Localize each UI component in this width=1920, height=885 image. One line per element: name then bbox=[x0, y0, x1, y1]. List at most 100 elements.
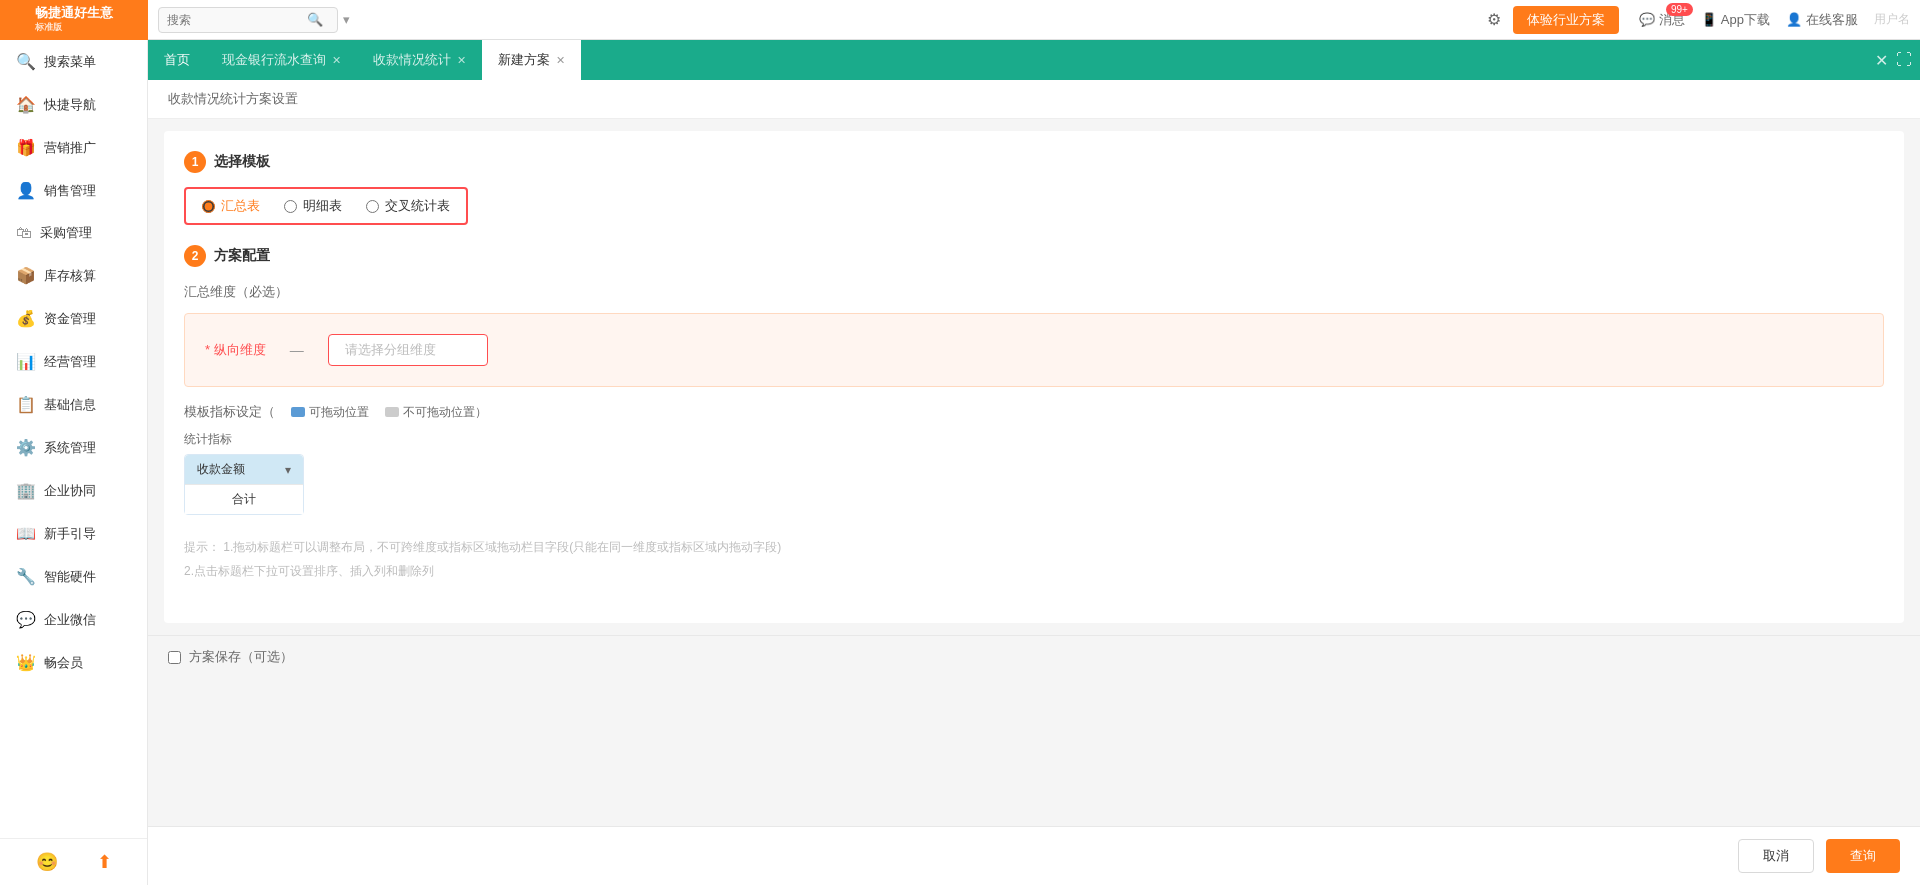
metrics-col-label: 收款金额 bbox=[197, 461, 245, 478]
capital-icon: 💰 bbox=[16, 309, 36, 328]
query-button[interactable]: 查询 bbox=[1826, 839, 1900, 873]
step1-num: 1 bbox=[184, 151, 206, 173]
service-item[interactable]: 👤 在线客服 bbox=[1786, 11, 1858, 29]
sidebar-item-sales[interactable]: 👤 销售管理 bbox=[0, 169, 147, 212]
trial-button[interactable]: 体验行业方案 bbox=[1513, 6, 1619, 34]
service-label: 在线客服 bbox=[1806, 11, 1858, 29]
step1-title: 选择模板 bbox=[214, 153, 270, 171]
basic-icon: 📋 bbox=[16, 395, 36, 414]
non-draggable-badge: 不可拖动位置） bbox=[385, 404, 487, 421]
sidebar-item-corp[interactable]: 🏢 企业协同 bbox=[0, 469, 147, 512]
gear-icon[interactable]: ⚙ bbox=[1487, 10, 1501, 29]
radio-cross-label: 交叉统计表 bbox=[385, 197, 450, 215]
radio-summary-input[interactable] bbox=[202, 200, 215, 213]
draggable-label: 可拖动位置 bbox=[309, 404, 369, 421]
tab-stats-close[interactable]: ✕ bbox=[457, 54, 466, 67]
search-input[interactable] bbox=[167, 13, 307, 27]
purchase-icon: 🛍 bbox=[16, 224, 32, 242]
download-item[interactable]: 📱 App下载 bbox=[1701, 11, 1770, 29]
drag-icon-blue bbox=[291, 407, 305, 417]
tip-line1: 提示： 1.拖动标题栏可以调整布局，不可跨维度或指标区域拖动栏目字段(只能在同一… bbox=[184, 535, 1884, 559]
sidebar-label-wechat: 企业微信 bbox=[44, 611, 96, 629]
metrics-config: 模板指标设定（ 可拖动位置 不可拖动位置） bbox=[184, 403, 1884, 515]
search-box[interactable]: 🔍 bbox=[158, 7, 338, 33]
sidebar-bottom: 😊 ⬆ bbox=[0, 838, 147, 885]
inventory-icon: 📦 bbox=[16, 266, 36, 285]
radio-cross[interactable]: 交叉统计表 bbox=[366, 197, 450, 215]
hardware-icon: 🔧 bbox=[16, 567, 36, 586]
header-dropdown-icon[interactable]: ▾ bbox=[343, 12, 350, 27]
tab-stats[interactable]: 收款情况统计 ✕ bbox=[357, 40, 482, 80]
sidebar-item-wechat[interactable]: 💬 企业微信 bbox=[0, 598, 147, 641]
metrics-row-label: 合计 bbox=[232, 492, 256, 506]
sidebar-item-guide[interactable]: 📖 新手引导 bbox=[0, 512, 147, 555]
sidebar-bottom-icon1[interactable]: 😊 bbox=[36, 851, 58, 873]
radio-detail-input[interactable] bbox=[284, 200, 297, 213]
tab-bank-close[interactable]: ✕ bbox=[332, 54, 341, 67]
tips-section: 提示： 1.拖动标题栏可以调整布局，不可跨维度或指标区域拖动栏目字段(只能在同一… bbox=[184, 535, 1884, 583]
radio-summary-label: 汇总表 bbox=[221, 197, 260, 215]
sidebar-item-basic[interactable]: 📋 基础信息 bbox=[0, 383, 147, 426]
metrics-title: 模板指标设定（ bbox=[184, 403, 275, 421]
sidebar-item-nav[interactable]: 🏠 快捷导航 bbox=[0, 83, 147, 126]
download-label: App下载 bbox=[1721, 11, 1770, 29]
row-dimension-label: * 纵向维度 bbox=[205, 341, 266, 359]
sidebar-bottom-icon2[interactable]: ⬆ bbox=[97, 851, 112, 873]
search-menu-icon: 🔍 bbox=[16, 52, 36, 71]
form-container: 1 选择模板 汇总表 明细表 bbox=[164, 131, 1904, 623]
radio-summary[interactable]: 汇总表 bbox=[202, 197, 260, 215]
sidebar-item-hardware[interactable]: 🔧 智能硬件 bbox=[0, 555, 147, 598]
tab-bar-right: ✕ ⛶ bbox=[1875, 51, 1920, 70]
cancel-button[interactable]: 取消 bbox=[1738, 839, 1814, 873]
metrics-header: 模板指标设定（ 可拖动位置 不可拖动位置） bbox=[184, 403, 1884, 421]
corp-icon: 🏢 bbox=[16, 481, 36, 500]
sidebar-label-sales: 销售管理 bbox=[44, 182, 96, 200]
tab-home[interactable]: 首页 bbox=[148, 40, 206, 80]
top-header: 畅捷通好生意 标准版 🔍 ▾ ⚙ 体验行业方案 💬 消息 99+ 📱 App下载… bbox=[0, 0, 1920, 40]
save-checkbox[interactable] bbox=[168, 651, 181, 664]
config-section: 汇总维度（必选） * 纵向维度 — 请选择分组维度 bbox=[184, 283, 1884, 583]
step2-num: 2 bbox=[184, 245, 206, 267]
tab-expand[interactable]: ⛶ bbox=[1896, 51, 1912, 69]
sidebar-label-member: 畅会员 bbox=[44, 654, 83, 672]
metrics-body: 统计指标 收款金额 ▾ 合计 bbox=[184, 431, 1884, 515]
tab-bank[interactable]: 现金银行流水查询 ✕ bbox=[206, 40, 357, 80]
metrics-col-dropdown[interactable]: ▾ bbox=[285, 463, 291, 477]
tab-new[interactable]: 新建方案 ✕ bbox=[482, 40, 581, 80]
sidebar-item-system[interactable]: ⚙️ 系统管理 bbox=[0, 426, 147, 469]
sidebar: 🔍 搜索菜单 🏠 快捷导航 🎁 营销推广 👤 销售管理 🛍 采购管理 📦 库存核… bbox=[0, 40, 148, 885]
system-icon: ⚙️ bbox=[16, 438, 36, 457]
dimension-row: * 纵向维度 — 请选择分组维度 bbox=[205, 334, 1863, 366]
message-icon: 💬 bbox=[1639, 12, 1655, 27]
logo-area: 畅捷通好生意 标准版 bbox=[0, 0, 148, 40]
step1-header: 1 选择模板 bbox=[184, 151, 1884, 173]
step2-title: 方案配置 bbox=[214, 247, 270, 265]
sidebar-item-inventory[interactable]: 📦 库存核算 bbox=[0, 254, 147, 297]
sidebar-item-marketing[interactable]: 🎁 营销推广 bbox=[0, 126, 147, 169]
sidebar-item-purchase[interactable]: 🛍 采购管理 bbox=[0, 212, 147, 254]
message-badge: 99+ bbox=[1666, 3, 1693, 16]
nav-icon: 🏠 bbox=[16, 95, 36, 114]
sidebar-label-operation: 经营管理 bbox=[44, 353, 96, 371]
user-name[interactable]: 用户名 bbox=[1874, 11, 1910, 28]
radio-cross-input[interactable] bbox=[366, 200, 379, 213]
sidebar-label-capital: 资金管理 bbox=[44, 310, 96, 328]
bottom-bar: 取消 查询 bbox=[148, 826, 1920, 885]
main-layout: 🔍 搜索菜单 🏠 快捷导航 🎁 营销推广 👤 销售管理 🛍 采购管理 📦 库存核… bbox=[0, 40, 1920, 885]
tab-close-all[interactable]: ✕ bbox=[1875, 51, 1888, 70]
radio-detail[interactable]: 明细表 bbox=[284, 197, 342, 215]
sidebar-item-search[interactable]: 🔍 搜索菜单 bbox=[0, 40, 147, 83]
sidebar-label-hardware: 智能硬件 bbox=[44, 568, 96, 586]
service-icon: 👤 bbox=[1786, 12, 1802, 27]
message-item[interactable]: 💬 消息 99+ bbox=[1639, 11, 1685, 29]
sidebar-label-corp: 企业协同 bbox=[44, 482, 96, 500]
header-right: 💬 消息 99+ 📱 App下载 👤 在线客服 用户名 bbox=[1639, 11, 1910, 29]
sidebar-item-operation[interactable]: 📊 经营管理 bbox=[0, 340, 147, 383]
non-draggable-label: 不可拖动位置） bbox=[403, 404, 487, 421]
dimension-select[interactable]: 请选择分组维度 bbox=[328, 334, 488, 366]
tab-bar: 首页 现金银行流水查询 ✕ 收款情况统计 ✕ 新建方案 ✕ ✕ ⛶ bbox=[148, 40, 1920, 80]
sidebar-label-guide: 新手引导 bbox=[44, 525, 96, 543]
sidebar-item-capital[interactable]: 💰 资金管理 bbox=[0, 297, 147, 340]
tab-new-close[interactable]: ✕ bbox=[556, 54, 565, 67]
sidebar-item-member[interactable]: 👑 畅会员 bbox=[0, 641, 147, 684]
